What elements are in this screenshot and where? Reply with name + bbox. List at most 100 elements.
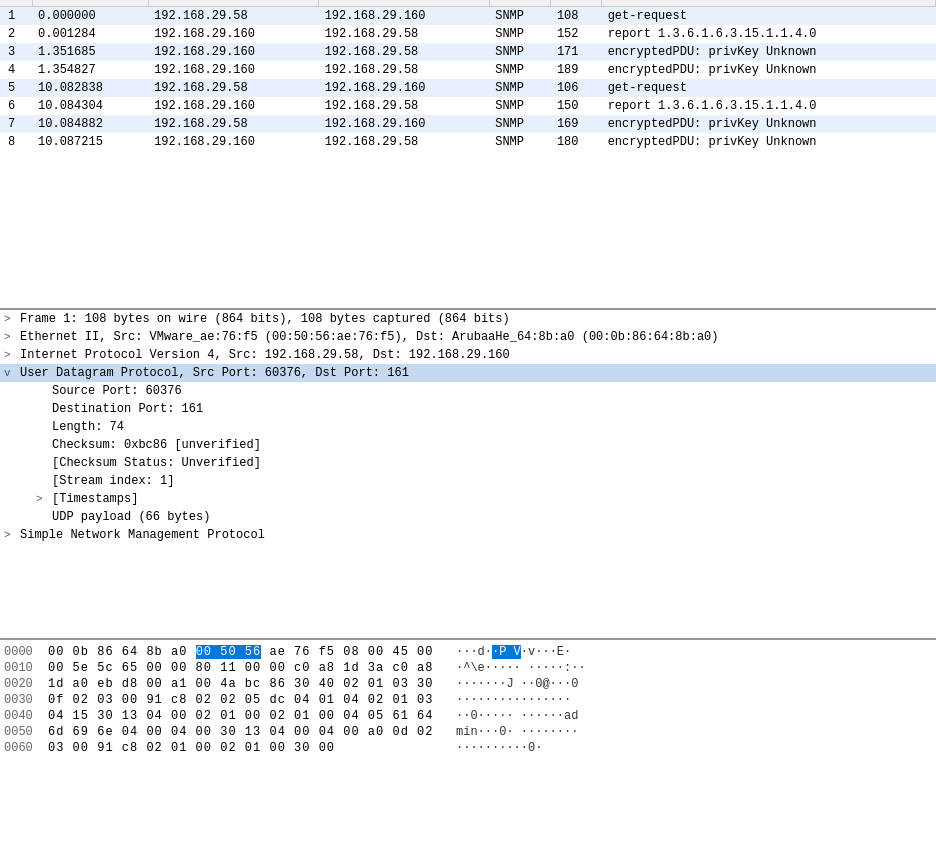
cell-info: report 1.3.6.1.6.3.15.1.1.4.0 (602, 97, 936, 115)
detail-row[interactable]: Source Port: 60376 (0, 382, 936, 400)
expand-arrow-icon: v (4, 367, 16, 379)
cell-destination: 192.168.29.58 (319, 97, 490, 115)
expand-arrow-icon: > (36, 493, 48, 505)
cell-time: 10.084304 (32, 97, 148, 115)
cell-source: 192.168.29.58 (148, 79, 319, 97)
cell-length: 180 (551, 133, 602, 151)
table-row[interactable]: 610.084304192.168.29.160192.168.29.58SNM… (0, 97, 936, 115)
detail-row[interactable]: > Simple Network Management Protocol (0, 526, 936, 544)
detail-row[interactable]: Checksum: 0xbc86 [unverified] (0, 436, 936, 454)
detail-text: Source Port: 60376 (52, 384, 182, 398)
hex-offset: 0010 (4, 661, 48, 675)
cell-source: 192.168.29.160 (148, 61, 319, 79)
hex-ascii: ···d··P V·v···E· (456, 645, 571, 659)
hex-row: 001000 5e 5c 65 00 00 80 11 00 00 c0 a8 … (0, 660, 936, 676)
table-row[interactable]: 710.084882192.168.29.58192.168.29.160SNM… (0, 115, 936, 133)
cell-source: 192.168.29.58 (148, 115, 319, 133)
detail-text: User Datagram Protocol, Src Port: 60376,… (20, 366, 409, 380)
detail-text: Destination Port: 161 (52, 402, 203, 416)
detail-text: UDP payload (66 bytes) (52, 510, 210, 524)
expand-arrow-icon: > (4, 349, 16, 361)
table-row[interactable]: 10.000000192.168.29.58192.168.29.160SNMP… (0, 7, 936, 26)
detail-row[interactable]: Length: 74 (0, 418, 936, 436)
detail-row[interactable]: > [Timestamps] (0, 490, 936, 508)
cell-info: encryptedPDU: privKey Unknown (602, 43, 936, 61)
detail-text: [Timestamps] (52, 492, 138, 506)
hex-row: 000000 0b 86 64 8b a0 00 50 56 ae 76 f5 … (0, 644, 936, 660)
table-row[interactable]: 41.354827192.168.29.160192.168.29.58SNMP… (0, 61, 936, 79)
table-row[interactable]: 31.351685192.168.29.160192.168.29.58SNMP… (0, 43, 936, 61)
hex-offset: 0020 (4, 677, 48, 691)
hex-offset: 0040 (4, 709, 48, 723)
cell-destination: 192.168.29.58 (319, 25, 490, 43)
detail-row[interactable]: [Stream index: 1] (0, 472, 936, 490)
table-row[interactable]: 810.087215192.168.29.160192.168.29.58SNM… (0, 133, 936, 151)
cell-protocol: SNMP (489, 97, 551, 115)
hex-row: 00201d a0 eb d8 00 a1 00 4a bc 86 30 40 … (0, 676, 936, 692)
detail-panel: > Frame 1: 108 bytes on wire (864 bits),… (0, 310, 936, 640)
cell-length: 108 (551, 7, 602, 26)
hex-ascii: ·^\e····· ·····:·· (456, 661, 586, 675)
detail-row[interactable]: v User Datagram Protocol, Src Port: 6037… (0, 364, 936, 382)
cell-protocol: SNMP (489, 61, 551, 79)
cell-info: encryptedPDU: privKey Unknown (602, 61, 936, 79)
cell-length: 150 (551, 97, 602, 115)
table-row[interactable]: 510.082838192.168.29.58192.168.29.160SNM… (0, 79, 936, 97)
hex-bytes: 03 00 91 c8 02 01 00 02 01 00 30 00 (48, 741, 448, 755)
cell-no: 1 (0, 7, 32, 26)
detail-row[interactable]: UDP payload (66 bytes) (0, 508, 936, 526)
cell-source: 192.168.29.160 (148, 97, 319, 115)
cell-source: 192.168.29.160 (148, 43, 319, 61)
cell-no: 6 (0, 97, 32, 115)
cell-protocol: SNMP (489, 43, 551, 61)
cell-length: 152 (551, 25, 602, 43)
detail-row[interactable]: [Checksum Status: Unverified] (0, 454, 936, 472)
cell-protocol: SNMP (489, 133, 551, 151)
hex-row: 00300f 02 03 00 91 c8 02 02 05 dc 04 01 … (0, 692, 936, 708)
expand-arrow-icon: > (4, 313, 16, 325)
cell-info: get-request (602, 7, 936, 26)
detail-row[interactable]: Destination Port: 161 (0, 400, 936, 418)
cell-time: 0.000000 (32, 7, 148, 26)
hex-bytes: 6d 69 6e 04 00 04 00 30 13 04 00 04 00 a… (48, 725, 448, 739)
hex-offset: 0050 (4, 725, 48, 739)
detail-row[interactable]: > Frame 1: 108 bytes on wire (864 bits),… (0, 310, 936, 328)
cell-no: 8 (0, 133, 32, 151)
detail-text: [Stream index: 1] (52, 474, 174, 488)
cell-destination: 192.168.29.160 (319, 7, 490, 26)
cell-time: 1.354827 (32, 61, 148, 79)
cell-destination: 192.168.29.58 (319, 43, 490, 61)
cell-no: 4 (0, 61, 32, 79)
cell-time: 10.087215 (32, 133, 148, 151)
detail-text: Internet Protocol Version 4, Src: 192.16… (20, 348, 510, 362)
detail-text: Frame 1: 108 bytes on wire (864 bits), 1… (20, 312, 510, 326)
hex-row: 004004 15 30 13 04 00 02 01 00 02 01 00 … (0, 708, 936, 724)
hex-ascii: ················ (456, 693, 571, 707)
cell-length: 106 (551, 79, 602, 97)
cell-time: 10.084882 (32, 115, 148, 133)
cell-destination: 192.168.29.160 (319, 115, 490, 133)
cell-source: 192.168.29.58 (148, 7, 319, 26)
expand-arrow-icon: > (4, 529, 16, 541)
hex-ascii: ··········0· (456, 741, 542, 755)
cell-info: encryptedPDU: privKey Unknown (602, 115, 936, 133)
cell-protocol: SNMP (489, 115, 551, 133)
cell-source: 192.168.29.160 (148, 133, 319, 151)
cell-info: get-request (602, 79, 936, 97)
cell-destination: 192.168.29.58 (319, 61, 490, 79)
hex-offset: 0000 (4, 645, 48, 659)
hex-ascii: min···0· ········ (456, 725, 578, 739)
detail-row[interactable]: > Ethernet II, Src: VMware_ae:76:f5 (00:… (0, 328, 936, 346)
cell-info: encryptedPDU: privKey Unknown (602, 133, 936, 151)
cell-no: 2 (0, 25, 32, 43)
detail-text: Length: 74 (52, 420, 124, 434)
cell-info: report 1.3.6.1.6.3.15.1.1.4.0 (602, 25, 936, 43)
cell-destination: 192.168.29.58 (319, 133, 490, 151)
hex-bytes: 0f 02 03 00 91 c8 02 02 05 dc 04 01 04 0… (48, 693, 448, 707)
detail-row[interactable]: > Internet Protocol Version 4, Src: 192.… (0, 346, 936, 364)
table-row[interactable]: 20.001284192.168.29.160192.168.29.58SNMP… (0, 25, 936, 43)
detail-text: Simple Network Management Protocol (20, 528, 265, 542)
hex-row: 00506d 69 6e 04 00 04 00 30 13 04 00 04 … (0, 724, 936, 740)
hex-bytes: 1d a0 eb d8 00 a1 00 4a bc 86 30 40 02 0… (48, 677, 448, 691)
cell-no: 7 (0, 115, 32, 133)
